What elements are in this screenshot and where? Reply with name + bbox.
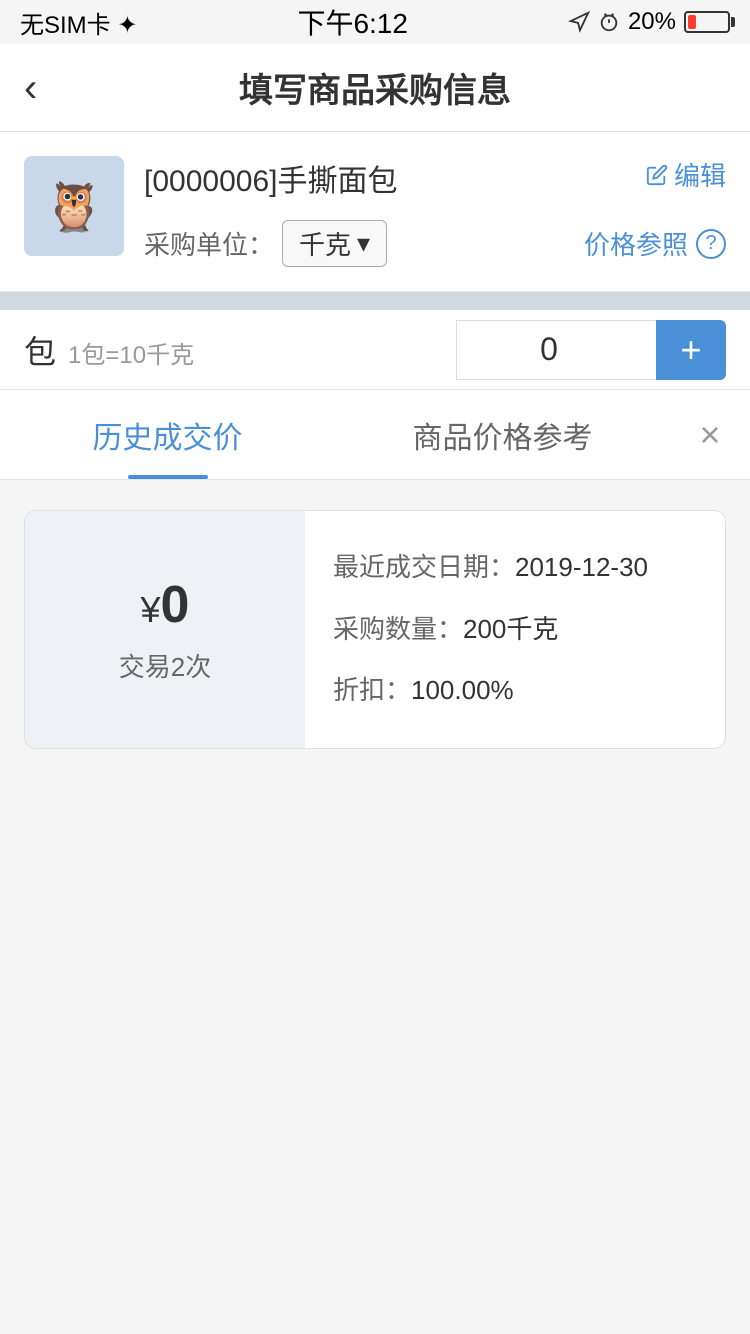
quantity-label-group: 包 1包=10千克 <box>24 327 456 373</box>
product-image: 🦉 <box>24 156 124 256</box>
battery-percent: 20% <box>628 8 676 36</box>
purchase-qty-label: 采购数量： <box>333 614 463 644</box>
price-amount: ¥0 <box>141 575 190 635</box>
card-right: 最近成交日期：2019-12-30 采购数量：200千克 折扣：100.00% <box>305 511 725 748</box>
edit-button[interactable]: 编辑 <box>646 156 726 193</box>
tab-close-button[interactable]: × <box>670 390 750 479</box>
price-currency-symbol: ¥ <box>141 589 161 630</box>
recent-date-row: 最近成交日期：2019-12-30 <box>333 547 697 589</box>
battery-icon <box>684 11 730 33</box>
price-ref-label: 价格参照 <box>584 225 688 262</box>
carrier-label: 无SIM卡 ✦ <box>20 5 137 40</box>
quantity-conversion: 1包=10千克 <box>68 335 194 370</box>
quantity-unit: 包 <box>24 327 56 373</box>
quantity-row: 包 1包=10千克 + <box>0 310 750 390</box>
purchase-unit-row: 采购单位： 千克 ▾ 价格参照 ? <box>144 220 726 267</box>
product-header: [0000006]手撕面包 编辑 <box>144 156 726 200</box>
recent-date-value: 2019-12-30 <box>515 552 648 582</box>
page-title: 填写商品采购信息 <box>239 63 511 112</box>
unit-label: 采购单位： <box>144 225 274 262</box>
price-ref-button[interactable]: 价格参照 ? <box>584 225 726 262</box>
price-value: 0 <box>161 576 190 634</box>
discount-row: 折扣：100.00% <box>333 670 697 712</box>
info-circle-icon: ? <box>696 229 726 259</box>
card-left: ¥0 交易2次 <box>25 511 305 748</box>
back-button[interactable]: ‹ <box>24 68 37 108</box>
price-card: ¥0 交易2次 最近成交日期：2019-12-30 采购数量：200千克 折扣：… <box>24 510 726 749</box>
section-divider <box>0 292 750 310</box>
dropdown-arrow-icon: ▾ <box>357 228 370 259</box>
product-name: [0000006]手撕面包 <box>144 156 397 200</box>
recent-date-label: 最近成交日期： <box>333 552 515 582</box>
status-left: 无SIM卡 ✦ <box>20 5 137 40</box>
discount-label: 折扣： <box>333 675 411 705</box>
alarm-icon <box>598 11 620 33</box>
tab-price-ref[interactable]: 商品价格参考 <box>335 390 670 479</box>
location-icon <box>568 11 590 33</box>
edit-icon <box>646 164 668 186</box>
product-info: [0000006]手撕面包 编辑 采购单位： 千克 ▾ 价格参照 ? <box>144 156 726 267</box>
quantity-input-group[interactable]: + <box>456 320 726 380</box>
tab-history-price[interactable]: 历史成交价 <box>0 390 335 479</box>
status-bar: 无SIM卡 ✦ 下午6:12 20% <box>0 0 750 44</box>
tab-history-label: 历史成交价 <box>93 413 243 457</box>
trade-count: 交易2次 <box>119 647 211 684</box>
purchase-qty-row: 采购数量：200千克 <box>333 609 697 651</box>
discount-value: 100.00% <box>411 675 514 705</box>
quantity-input[interactable] <box>456 320 656 380</box>
unit-value: 千克 <box>299 225 351 262</box>
status-right: 20% <box>568 8 730 36</box>
product-thumbnail-icon: 🦉 <box>44 178 104 235</box>
tab-price-ref-label: 商品价格参考 <box>413 413 593 457</box>
card-area: ¥0 交易2次 最近成交日期：2019-12-30 采购数量：200千克 折扣：… <box>0 480 750 1180</box>
nav-bar: ‹ 填写商品采购信息 <box>0 44 750 132</box>
product-section: 🦉 [0000006]手撕面包 编辑 采购单位： 千克 ▾ 价格参照 <box>0 132 750 292</box>
tabs-section: 历史成交价 商品价格参考 × <box>0 390 750 480</box>
quantity-plus-button[interactable]: + <box>656 320 726 380</box>
tab-active-indicator <box>128 475 208 479</box>
unit-select[interactable]: 千克 ▾ <box>282 220 387 267</box>
purchase-qty-value: 200千克 <box>463 614 558 644</box>
status-time: 下午6:12 <box>297 2 408 42</box>
